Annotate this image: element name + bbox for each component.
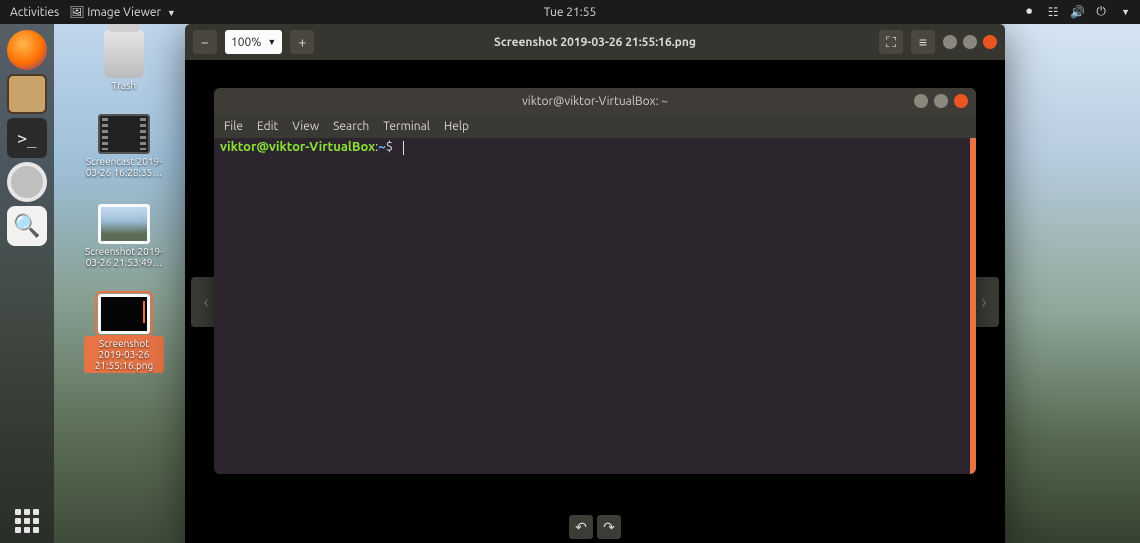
terminal-scrollbar[interactable] <box>970 138 976 474</box>
trash-icon <box>104 30 144 78</box>
desktop-icon-screenshot1[interactable]: Screenshot 2019-03-26 21:53:49… <box>84 204 164 268</box>
window-maximize-button[interactable] <box>934 94 948 108</box>
desktop-icon-label: Screenshot 2019-03-26 21:53:49… <box>84 246 164 268</box>
image-thumb-icon <box>98 294 150 334</box>
prompt-end: $ <box>386 140 393 154</box>
image-thumb-icon <box>98 204 150 244</box>
desktop-icon-label: Trash <box>112 80 136 91</box>
app-menu-icon: 🖼 <box>69 6 84 19</box>
video-thumb-icon <box>98 114 150 154</box>
dock-screenshot-app[interactable] <box>7 162 47 202</box>
chevron-down-icon: ▼ <box>167 8 176 18</box>
dock-image-viewer[interactable]: 🔍 <box>7 206 47 246</box>
dock-show-apps[interactable] <box>15 509 39 533</box>
rotate-right-button[interactable]: ↷ <box>597 515 621 539</box>
desktop-icon-screenshot2[interactable]: Screenshot 2019-03-26 21:55:16.png <box>84 294 164 373</box>
rotate-left-button[interactable]: ↶ <box>569 515 593 539</box>
window-close-button[interactable] <box>954 94 968 108</box>
terminal-cursor <box>403 141 404 155</box>
power-icon[interactable]: ⏻ <box>1094 5 1108 19</box>
dock-files[interactable] <box>7 74 47 114</box>
window-minimize-button[interactable] <box>914 94 928 108</box>
zoom-level-dropdown[interactable]: 100% ▼ <box>225 30 282 54</box>
ubuntu-dock: >_ 🔍 <box>0 24 54 543</box>
app-menu-label: Image Viewer <box>87 6 161 19</box>
hamburger-menu-button[interactable]: ≡ <box>911 30 935 54</box>
menu-file[interactable]: File <box>224 120 243 133</box>
window-controls <box>914 94 968 108</box>
image-viewer-headerbar: − 100% ▼ + Screenshot 2019-03-26 21:55:1… <box>185 24 1005 60</box>
desktop-icon-trash[interactable]: Trash <box>84 30 164 91</box>
app-menu[interactable]: 🖼 Image Viewer ▼ <box>69 5 176 19</box>
terminal-titlebar[interactable]: viktor@viktor-VirtualBox: ~ <box>214 88 976 114</box>
gnome-top-panel: Activities 🖼 Image Viewer ▼ Tue 21:55 ⏺ … <box>0 0 1140 24</box>
image-viewer-title: Screenshot 2019-03-26 21:55:16.png <box>494 36 696 49</box>
prompt-user-host: viktor@viktor-VirtualBox <box>220 140 375 154</box>
dock-firefox[interactable] <box>7 30 47 70</box>
zoom-value: 100% <box>231 36 261 49</box>
menu-terminal[interactable]: Terminal <box>383 120 430 133</box>
chevron-down-icon: ▼ <box>267 37 276 47</box>
zoom-in-button[interactable]: + <box>290 30 314 54</box>
window-minimize-button[interactable] <box>943 35 957 49</box>
clock[interactable]: Tue 21:55 <box>544 6 597 19</box>
window-close-button[interactable] <box>983 35 997 49</box>
window-controls <box>943 35 997 49</box>
network-icon[interactable]: ☷ <box>1046 5 1060 19</box>
activities-button[interactable]: Activities <box>10 6 59 19</box>
terminal-menubar: File Edit View Search Terminal Help <box>214 114 976 138</box>
menu-edit[interactable]: Edit <box>257 120 278 133</box>
window-maximize-button[interactable] <box>963 35 977 49</box>
menu-help[interactable]: Help <box>444 120 469 133</box>
system-tray: ⏺ ☷ 🔊 ⏻ ▼ <box>1022 5 1140 19</box>
screen-record-icon[interactable]: ⏺ <box>1022 5 1036 19</box>
desktop-icon-label: Screencast 2019-03-26 16:28:35… <box>84 156 164 178</box>
volume-icon[interactable]: 🔊 <box>1070 5 1084 19</box>
terminal-body[interactable]: viktor@viktor-VirtualBox:~$ <box>214 138 976 474</box>
desktop-icon-label: Screenshot 2019-03-26 21:55:16.png <box>84 336 164 373</box>
fullscreen-button[interactable]: ⛶ <box>879 30 903 54</box>
chevron-down-icon[interactable]: ▼ <box>1121 7 1130 17</box>
dock-terminal[interactable]: >_ <box>7 118 47 158</box>
desktop-icon-screencast[interactable]: Screencast 2019-03-26 16:28:35… <box>84 114 164 178</box>
menu-view[interactable]: View <box>292 120 319 133</box>
menu-search[interactable]: Search <box>333 120 369 133</box>
terminal-title-text: viktor@viktor-VirtualBox: ~ <box>522 95 668 108</box>
prompt-cwd: ~ <box>378 140 385 154</box>
image-viewer-bottom-toolbar: ↶ ↷ <box>569 515 621 539</box>
zoom-out-button[interactable]: − <box>193 30 217 54</box>
terminal-window: viktor@viktor-VirtualBox: ~ File Edit Vi… <box>214 88 976 474</box>
